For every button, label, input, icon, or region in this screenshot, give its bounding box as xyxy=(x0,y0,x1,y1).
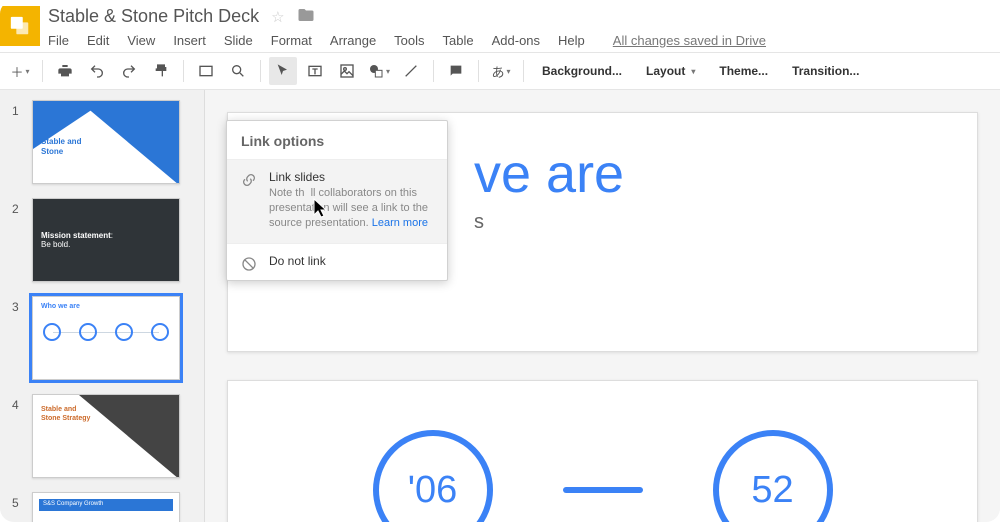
header: Stable & Stone Pitch Deck ☆ File Edit Vi… xyxy=(0,0,1000,48)
slide-number: 4 xyxy=(12,394,24,412)
no-link-icon xyxy=(241,256,257,275)
slide-thumb-3[interactable]: 3 Who we are xyxy=(0,292,204,390)
slide-thumb-5[interactable]: 5 S&S Company Growth xyxy=(0,488,204,522)
print-button[interactable] xyxy=(51,57,79,85)
slide-number: 2 xyxy=(12,198,24,216)
menubar: File Edit View Insert Slide Format Arran… xyxy=(48,33,992,48)
line-tool[interactable] xyxy=(397,57,425,85)
toolbar: ＋▾ ▾ あ▾ Background... Layout▾ Theme... T… xyxy=(0,52,1000,90)
save-status[interactable]: All changes saved in Drive xyxy=(613,33,766,48)
new-slide-button[interactable]: ＋▾ xyxy=(6,57,34,85)
menu-table[interactable]: Table xyxy=(443,33,474,48)
learn-more-link[interactable]: Learn more xyxy=(372,217,428,229)
image-tool[interactable] xyxy=(333,57,361,85)
do-not-link-label: Do not link xyxy=(269,254,433,268)
link-slides-note: Note th ll collaborators on this present… xyxy=(269,186,433,231)
link-slides-label: Link slides xyxy=(269,170,433,184)
link-slides-option[interactable]: Link slides Note th ll collaborators on … xyxy=(227,159,447,243)
menu-slide[interactable]: Slide xyxy=(224,33,253,48)
menu-insert[interactable]: Insert xyxy=(173,33,206,48)
slide-number: 1 xyxy=(12,100,24,118)
transition-button[interactable]: Transition... xyxy=(782,57,869,85)
stat-circle-2: 52 xyxy=(713,430,833,522)
cursor-icon xyxy=(313,198,327,221)
menu-arrange[interactable]: Arrange xyxy=(330,33,376,48)
star-icon[interactable]: ☆ xyxy=(271,8,284,26)
paint-format-button[interactable] xyxy=(147,57,175,85)
folder-icon[interactable] xyxy=(297,6,315,27)
menu-edit[interactable]: Edit xyxy=(87,33,109,48)
next-slide-preview: '06 52 xyxy=(227,380,978,522)
menu-view[interactable]: View xyxy=(127,33,155,48)
shape-tool[interactable]: ▾ xyxy=(365,57,393,85)
zoom-button[interactable] xyxy=(224,57,252,85)
textbox-tool[interactable] xyxy=(301,57,329,85)
theme-button[interactable]: Theme... xyxy=(709,57,778,85)
connector-line xyxy=(563,487,643,493)
link-icon xyxy=(241,172,257,191)
menu-help[interactable]: Help xyxy=(558,33,585,48)
menu-format[interactable]: Format xyxy=(271,33,312,48)
input-tools-button[interactable]: あ▾ xyxy=(487,57,515,85)
do-not-link-option[interactable]: Do not link xyxy=(227,243,447,280)
select-tool[interactable] xyxy=(269,57,297,85)
menu-file[interactable]: File xyxy=(48,33,69,48)
slide-thumb-1[interactable]: 1 Stable andStone xyxy=(0,96,204,194)
slide-panel[interactable]: 1 Stable andStone 2 Mission statement:Be… xyxy=(0,90,205,522)
slide-number: 3 xyxy=(12,296,24,314)
fit-button[interactable] xyxy=(192,57,220,85)
undo-button[interactable] xyxy=(83,57,111,85)
document-title[interactable]: Stable & Stone Pitch Deck xyxy=(48,6,259,27)
slide-number: 5 xyxy=(12,492,24,510)
slide-thumb-2[interactable]: 2 Mission statement:Be bold. xyxy=(0,194,204,292)
stat-circle-1: '06 xyxy=(373,430,493,522)
layout-button[interactable]: Layout▾ xyxy=(636,57,705,85)
app-logo xyxy=(0,6,40,46)
menu-tools[interactable]: Tools xyxy=(394,33,424,48)
background-button[interactable]: Background... xyxy=(532,57,632,85)
popover-title: Link options xyxy=(227,121,447,159)
link-options-popover: Link options Link slides Note th ll coll… xyxy=(226,120,448,281)
slide-thumb-4[interactable]: 4 Stable andStone Strategy xyxy=(0,390,204,488)
comment-button[interactable] xyxy=(442,57,470,85)
redo-button[interactable] xyxy=(115,57,143,85)
menu-addons[interactable]: Add-ons xyxy=(492,33,540,48)
